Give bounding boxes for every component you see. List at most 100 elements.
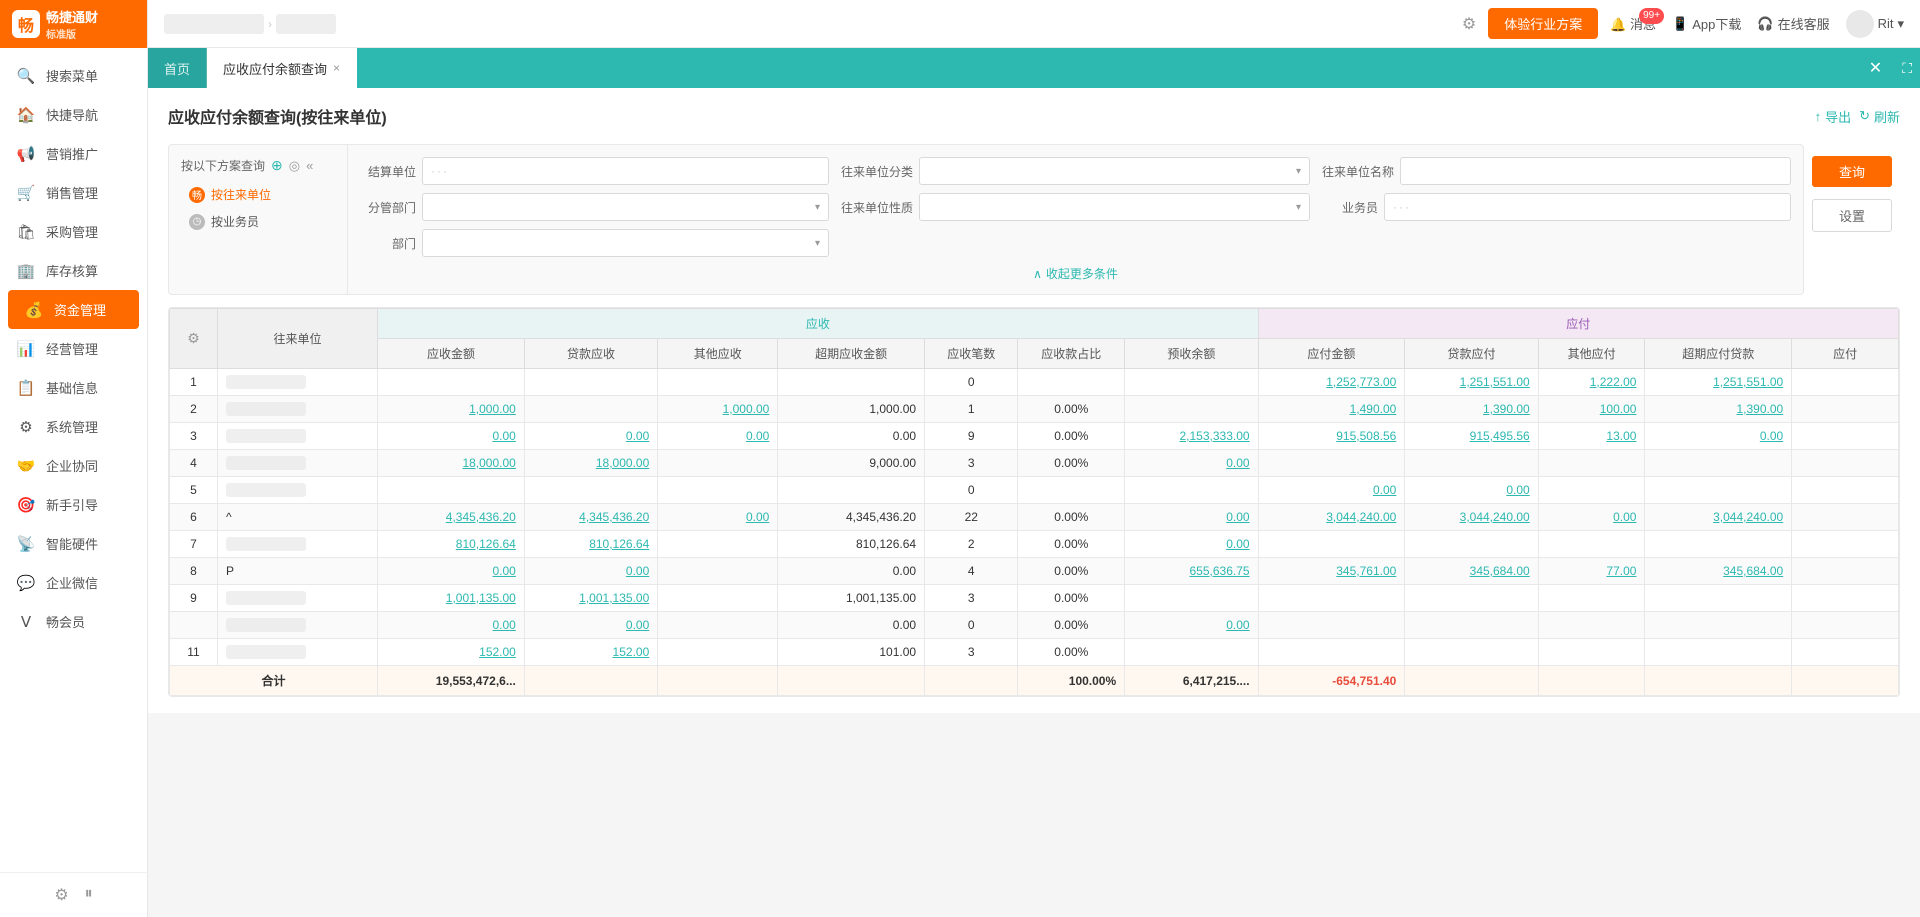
more-scheme-btn[interactable]: « (306, 158, 313, 173)
table-cell[interactable]: 77.00 (1538, 558, 1645, 585)
sidebar-settings-btn[interactable]: ⚙ (54, 885, 68, 905)
table-cell[interactable]: 810,126.64 (524, 531, 657, 558)
table-gear-header[interactable]: ⚙ (170, 309, 218, 369)
table-cell[interactable]: 1,222.00 (1538, 369, 1645, 396)
table-cell[interactable]: 1,000.00 (658, 396, 778, 423)
tab-bar-close-btn[interactable]: ✕ (1857, 58, 1894, 78)
table-cell[interactable]: 345,684.00 (1405, 558, 1538, 585)
table-cell[interactable]: 18,000.00 (378, 450, 525, 477)
sidebar-item-enterprise[interactable]: 🤝 企业协同 (0, 446, 147, 485)
table-cell[interactable]: 0.00 (524, 423, 657, 450)
table-cell[interactable]: 915,495.56 (1405, 423, 1538, 450)
sidebar-label-search: 搜索菜单 (46, 66, 98, 85)
export-icon: ↑ (1815, 109, 1822, 124)
table-cell[interactable]: 1,252,773.00 (1258, 369, 1405, 396)
sidebar-item-wechat[interactable]: 💬 企业微信 (0, 563, 147, 602)
table-cell[interactable]: 4,345,436.20 (378, 504, 525, 531)
table-cell[interactable]: 810,126.64 (378, 531, 525, 558)
dept-manage-input[interactable]: ▾ (422, 193, 829, 221)
table-cell[interactable]: 655,636.75 (1125, 558, 1258, 585)
table-cell[interactable]: 1,000.00 (378, 396, 525, 423)
app-download-btn[interactable]: 📱 App下载 (1672, 14, 1741, 33)
sidebar-item-search[interactable]: 🔍 搜索菜单 (0, 56, 147, 95)
sidebar-item-member[interactable]: Ⅴ 畅会员 (0, 602, 147, 641)
edit-scheme-btn[interactable]: ◎ (289, 158, 300, 174)
sidebar-item-finance[interactable]: 💰 资金管理 (8, 290, 139, 329)
table-cell[interactable]: 18,000.00 (524, 450, 657, 477)
table-cell[interactable]: 915,508.56 (1258, 423, 1405, 450)
table-cell[interactable]: 3,044,240.00 (1405, 504, 1538, 531)
tab-bar-expand-btn[interactable]: ⛶ (1894, 60, 1920, 77)
sidebar-item-purchase[interactable]: 🛍 采购管理 (0, 212, 147, 251)
table-cell[interactable]: 13.00 (1538, 423, 1645, 450)
filter-collapse-btn[interactable]: ∧ 收起更多条件 (360, 265, 1791, 282)
sidebar-item-hardware[interactable]: 📡 智能硬件 (0, 524, 147, 563)
export-button[interactable]: ↑ 导出 (1815, 107, 1852, 126)
table-cell[interactable]: 0.00 (378, 558, 525, 585)
table-cell[interactable]: 0.00 (658, 423, 778, 450)
table-cell[interactable]: 0.00 (1645, 423, 1792, 450)
table-cell[interactable]: 0.00 (524, 612, 657, 639)
scheme-by-unit[interactable]: 畅 按往来单位 (181, 182, 335, 207)
add-scheme-btn[interactable]: ⊕ (271, 157, 283, 174)
table-cell[interactable]: 1,001,135.00 (378, 585, 525, 612)
tab-ar-ap[interactable]: 应收应付余额查询 × (207, 48, 357, 88)
table-cell[interactable]: 152.00 (378, 639, 525, 666)
unit-name-input[interactable] (1400, 157, 1791, 185)
table-cell[interactable]: 0.00 (1125, 450, 1258, 477)
online-support-btn[interactable]: 🎧 在线客服 (1757, 14, 1829, 33)
cta-button[interactable]: 体验行业方案 (1488, 8, 1598, 39)
sidebar-item-base-info[interactable]: 📋 基础信息 (0, 368, 147, 407)
table-cell[interactable]: 0.00 (378, 423, 525, 450)
table-cell[interactable]: 0.00 (1125, 504, 1258, 531)
table-cell[interactable]: 4,345,436.20 (524, 504, 657, 531)
settle-unit-input[interactable]: ··· (422, 157, 829, 185)
sidebar-item-marketing[interactable]: 📢 营销推广 (0, 134, 147, 173)
unit-nature-input[interactable]: ▾ (919, 193, 1310, 221)
gear-icon[interactable]: ⚙ (1462, 14, 1476, 34)
table-cell[interactable]: 1,251,551.00 (1405, 369, 1538, 396)
table-cell[interactable]: 0.00 (1125, 612, 1258, 639)
staff-input[interactable]: ··· (1384, 193, 1791, 221)
table-cell[interactable]: 3,044,240.00 (1645, 504, 1792, 531)
sidebar-item-inventory[interactable]: 🏢 库存核算 (0, 251, 147, 290)
table-cell[interactable]: 0.00 (1258, 477, 1405, 504)
table-cell (1792, 558, 1899, 585)
scheme-by-staff[interactable]: ◷ 按业务员 (181, 209, 335, 234)
table-cell[interactable]: 2,153,333.00 (1125, 423, 1258, 450)
sidebar-item-operations[interactable]: 📊 经营管理 (0, 329, 147, 368)
settings-button[interactable]: 设置 (1812, 199, 1892, 232)
user-menu[interactable]: Rit ▾ (1846, 10, 1904, 38)
table-cell[interactable]: 345,684.00 (1645, 558, 1792, 585)
table-cell[interactable]: 1,251,551.00 (1645, 369, 1792, 396)
table-cell (1125, 639, 1258, 666)
dept-input[interactable]: ▾ (422, 229, 829, 257)
notify-button[interactable]: 🔔 消息 99+ (1610, 14, 1656, 33)
sidebar-item-quick-nav[interactable]: 🏠 快捷导航 (0, 95, 147, 134)
table-cell[interactable]: 152.00 (524, 639, 657, 666)
unit-category-input[interactable]: ▾ (919, 157, 1310, 185)
table-cell[interactable]: 0.00 (1538, 504, 1645, 531)
sidebar-collapse-btn[interactable]: ⏸ (85, 885, 93, 905)
table-cell[interactable]: 1,390.00 (1405, 396, 1538, 423)
table-cell[interactable]: 0.00 (1125, 531, 1258, 558)
page-actions: ↑ 导出 ↻ 刷新 (1815, 107, 1900, 126)
table-cell[interactable]: 0.00 (524, 558, 657, 585)
table-settings-icon[interactable]: ⚙ (187, 330, 200, 346)
sidebar-item-system[interactable]: ⚙ 系统管理 (0, 407, 147, 446)
sidebar-item-beginner[interactable]: 🎯 新手引导 (0, 485, 147, 524)
sidebar-item-sales[interactable]: 🛒 销售管理 (0, 173, 147, 212)
table-cell[interactable]: 1,390.00 (1645, 396, 1792, 423)
table-cell[interactable]: 0.00 (378, 612, 525, 639)
table-cell[interactable]: 0.00 (658, 504, 778, 531)
table-cell[interactable]: 0.00 (1405, 477, 1538, 504)
table-cell[interactable]: 3,044,240.00 (1258, 504, 1405, 531)
tab-close-icon[interactable]: × (333, 61, 340, 75)
refresh-button[interactable]: ↻ 刷新 (1859, 107, 1900, 126)
table-cell[interactable]: 1,001,135.00 (524, 585, 657, 612)
table-cell[interactable]: 1,490.00 (1258, 396, 1405, 423)
query-button[interactable]: 查询 (1812, 156, 1892, 187)
table-cell[interactable]: 345,761.00 (1258, 558, 1405, 585)
tab-home[interactable]: 首页 (148, 48, 207, 88)
table-cell[interactable]: 100.00 (1538, 396, 1645, 423)
